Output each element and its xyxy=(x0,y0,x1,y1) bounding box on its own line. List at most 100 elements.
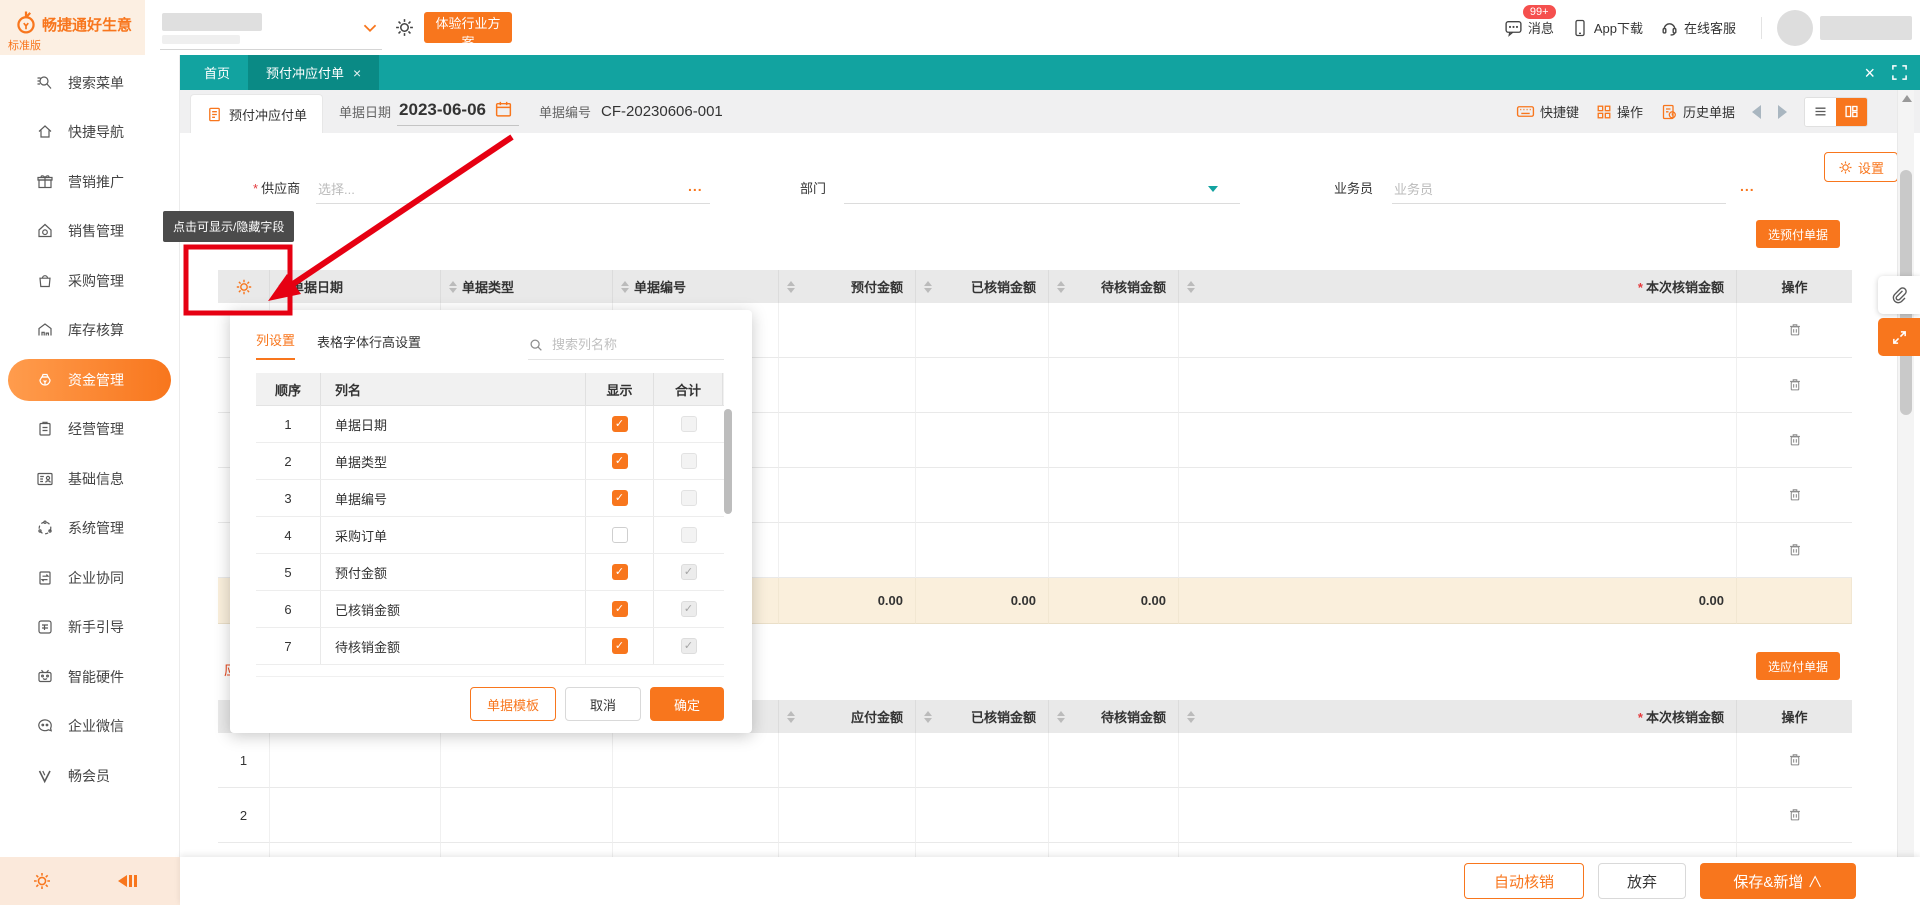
empty-cell[interactable] xyxy=(1179,468,1737,523)
empty-cell[interactable] xyxy=(916,303,1049,358)
show-checkbox[interactable]: ✓ xyxy=(611,490,628,506)
empty-cell[interactable] xyxy=(613,788,779,843)
empty-cell[interactable] xyxy=(779,303,916,358)
save-and-new-button[interactable]: 保存&新增 ∧ xyxy=(1700,863,1856,899)
empty-cell[interactable] xyxy=(916,523,1049,578)
empty-cell[interactable] xyxy=(1179,788,1737,843)
delete-row-trash-icon[interactable] xyxy=(1787,377,1803,393)
column-header[interactable]: 预付金额 xyxy=(779,270,916,303)
show-checkbox[interactable]: ✓ xyxy=(611,416,628,432)
empty-cell[interactable] xyxy=(1049,413,1179,468)
column-header[interactable]: * 本次核销金额 xyxy=(1179,700,1737,733)
sidebar-item-6[interactable]: 资金管理 xyxy=(8,359,171,401)
popup-tab-column-settings[interactable]: 列设置 xyxy=(256,330,296,360)
tab-close-icon[interactable]: × xyxy=(353,66,361,80)
select-payable-docs-button[interactable]: 选应付单据 xyxy=(1756,652,1841,680)
empty-cell[interactable] xyxy=(1049,303,1179,358)
sidebar-item-0[interactable]: 搜索菜单 xyxy=(0,58,179,108)
salesman-input[interactable] xyxy=(1392,175,1726,204)
supplier-more-button[interactable]: ... xyxy=(688,178,703,194)
sidebar-item-1[interactable]: 快捷导航 xyxy=(0,108,179,158)
column-header[interactable]: 已核销金额 xyxy=(916,270,1049,303)
column-header[interactable]: 单据编号 xyxy=(613,270,779,303)
delete-row-trash-icon[interactable] xyxy=(1787,322,1803,338)
salesman-more-button[interactable]: ... xyxy=(1740,178,1755,194)
field-settings-button[interactable]: 设置 xyxy=(1824,152,1898,182)
date-field[interactable]: 2023-06-06 xyxy=(397,98,519,126)
tab-home[interactable]: 首页 xyxy=(186,55,248,90)
empty-cell[interactable] xyxy=(916,468,1049,523)
empty-cell[interactable] xyxy=(1049,788,1179,843)
empty-cell[interactable] xyxy=(270,788,441,843)
empty-cell[interactable] xyxy=(779,358,916,413)
sidebar-item-11[interactable]: 新手引导 xyxy=(0,603,179,653)
select-prepay-docs-button[interactable]: 选预付单据 xyxy=(1756,220,1841,248)
show-checkbox[interactable]: ✓ xyxy=(611,564,628,580)
sidebar-item-3[interactable]: 销售管理 xyxy=(0,207,179,257)
department-input[interactable] xyxy=(844,175,1240,204)
sidebar-item-7[interactable]: 经营管理 xyxy=(0,405,179,455)
empty-cell[interactable] xyxy=(1179,303,1737,358)
sidebar-item-13[interactable]: 企业微信 xyxy=(0,702,179,752)
sidebar-collapse-icon[interactable] xyxy=(118,875,137,887)
tab-prepay-writeoff[interactable]: 预付冲应付单 × xyxy=(248,55,380,90)
avatar[interactable] xyxy=(1777,9,1813,46)
card-view-button[interactable] xyxy=(1836,97,1867,126)
scrollbar-up-arrow-icon[interactable] xyxy=(1902,95,1912,102)
table-column-settings-gear-icon[interactable] xyxy=(235,278,253,296)
empty-cell[interactable] xyxy=(1049,358,1179,413)
sidebar-item-4[interactable]: 采购管理 xyxy=(0,256,179,306)
operations-button[interactable]: 操作 xyxy=(1596,102,1643,121)
sidebar-item-5[interactable]: 库存核算 xyxy=(0,306,179,356)
document-type-chip[interactable]: 预付冲应付单 xyxy=(190,94,324,133)
app-download-item[interactable]: App下载 xyxy=(1571,18,1643,37)
empty-cell[interactable] xyxy=(441,733,613,788)
empty-cell[interactable] xyxy=(779,468,916,523)
empty-cell[interactable] xyxy=(270,733,441,788)
list-view-button[interactable] xyxy=(1805,97,1836,126)
column-header[interactable]: 待核销金额 xyxy=(1049,270,1179,303)
shortcut-keys-button[interactable]: 快捷键 xyxy=(1516,102,1579,121)
department-dropdown-chevron-icon[interactable] xyxy=(1208,186,1218,192)
delete-row-trash-icon[interactable] xyxy=(1787,807,1803,823)
empty-cell[interactable] xyxy=(1049,733,1179,788)
next-doc-arrow-icon[interactable] xyxy=(1778,104,1787,119)
empty-cell[interactable] xyxy=(441,788,613,843)
empty-cell[interactable] xyxy=(916,358,1049,413)
sidebar-item-10[interactable]: 企业协同 xyxy=(0,553,179,603)
calendar-icon[interactable] xyxy=(494,100,513,119)
company-dropdown-chevron-icon[interactable] xyxy=(360,18,380,38)
show-checkbox[interactable]: ✓ xyxy=(611,453,628,469)
close-all-icon[interactable]: × xyxy=(1864,64,1875,82)
empty-cell[interactable] xyxy=(1049,468,1179,523)
attachment-button[interactable] xyxy=(1878,276,1920,314)
popup-scrollbar-thumb[interactable] xyxy=(724,409,732,514)
sidebar-item-14[interactable]: 畅会员 xyxy=(0,751,179,801)
page-scrollbar[interactable] xyxy=(1897,90,1914,885)
fullscreen-icon[interactable] xyxy=(1891,64,1908,81)
empty-cell[interactable] xyxy=(779,523,916,578)
topbar-gear-icon[interactable] xyxy=(394,17,415,38)
empty-cell[interactable] xyxy=(1179,358,1737,413)
empty-cell[interactable] xyxy=(1179,733,1737,788)
column-header[interactable]: * 本次核销金额 xyxy=(1179,270,1737,303)
show-checkbox[interactable]: ✓ xyxy=(611,638,628,654)
expand-panel-button[interactable] xyxy=(1878,318,1920,356)
empty-cell[interactable] xyxy=(779,788,916,843)
online-service-item[interactable]: 在线客服 xyxy=(1660,18,1736,37)
delete-row-trash-icon[interactable] xyxy=(1787,432,1803,448)
experience-plan-button[interactable]: 体验行业方案 xyxy=(424,12,512,50)
auto-verify-button[interactable]: 自动核销 xyxy=(1464,863,1584,899)
sidebar-item-2[interactable]: 营销推广 xyxy=(0,157,179,207)
empty-cell[interactable] xyxy=(779,413,916,468)
popup-tab-font-settings[interactable]: 表格字体行高设置 xyxy=(317,332,421,360)
discard-button[interactable]: 放弃 xyxy=(1598,863,1686,899)
delete-row-trash-icon[interactable] xyxy=(1787,487,1803,503)
empty-cell[interactable] xyxy=(1049,523,1179,578)
prev-doc-arrow-icon[interactable] xyxy=(1752,104,1761,119)
messages-item[interactable]: 消息 99+ xyxy=(1504,4,1557,37)
empty-cell[interactable] xyxy=(1179,413,1737,468)
delete-row-trash-icon[interactable] xyxy=(1787,752,1803,768)
supplier-input[interactable] xyxy=(316,175,710,204)
empty-cell[interactable] xyxy=(779,733,916,788)
